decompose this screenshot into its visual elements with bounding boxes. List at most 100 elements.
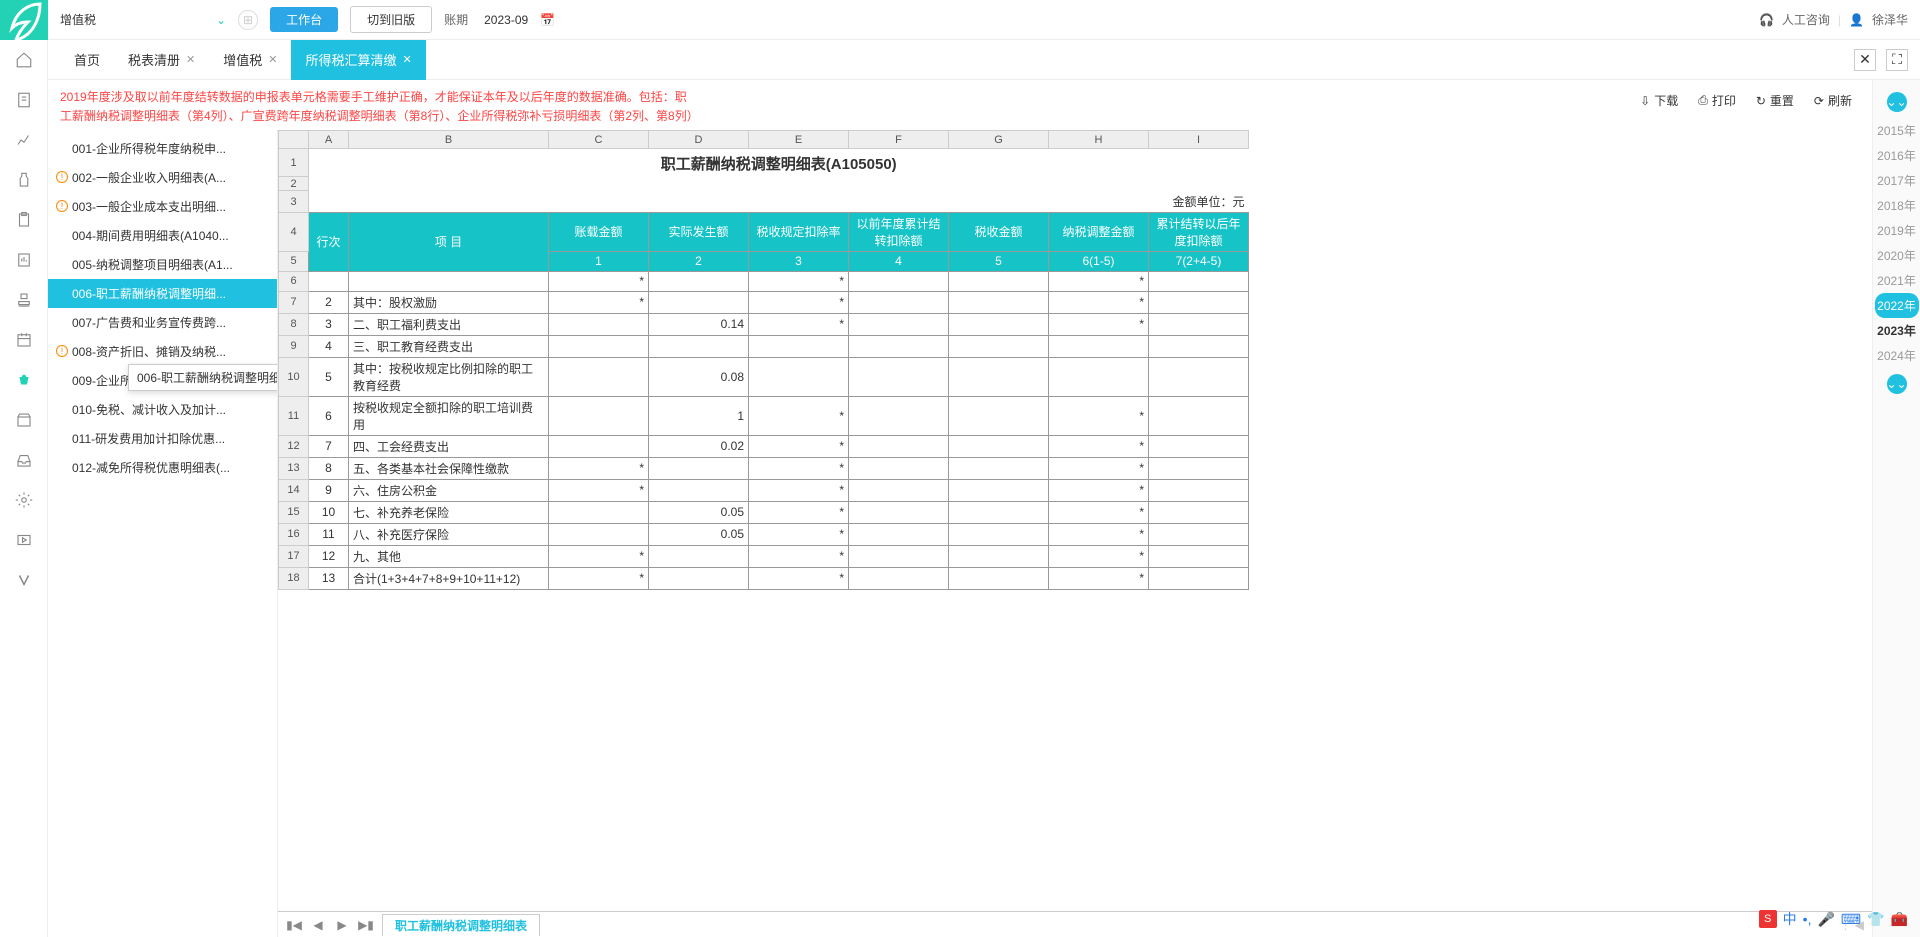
headset-icon: 🎧 — [1759, 13, 1774, 27]
table-row: 1510七、补充养老保险0.05** — [279, 501, 1249, 523]
year-2020年[interactable]: 2020年 — [1875, 243, 1919, 268]
col-header[interactable]: F — [849, 131, 949, 149]
nav-settings-icon[interactable] — [0, 480, 48, 520]
col-header[interactable]: B — [349, 131, 549, 149]
year-2016年[interactable]: 2016年 — [1875, 143, 1919, 168]
year-2019年[interactable]: 2019年 — [1875, 218, 1919, 243]
tab-3[interactable]: 所得税汇算清缴✕ — [291, 40, 425, 80]
close-icon[interactable]: ✕ — [268, 53, 277, 66]
form-item-4[interactable]: 005-纳税调整项目明细表(A1... — [48, 250, 277, 279]
nav-stamp-icon[interactable] — [0, 280, 48, 320]
year-2022年[interactable]: 2022年 — [1875, 293, 1919, 318]
nav-tax-icon[interactable] — [0, 360, 48, 400]
year-rail: ⌄⌄ 2015年2016年2017年2018年2019年2020年2021年20… — [1872, 80, 1920, 937]
workspace-button[interactable]: 工作台 — [270, 7, 338, 32]
ime-toolbox-icon[interactable]: 🧰 — [1891, 911, 1908, 928]
form-item-tooltip: 006-职工薪酬纳税调整明细表(A105050) — [128, 364, 278, 391]
grid-icon[interactable]: ⊞ — [238, 10, 258, 30]
switch-old-button[interactable]: 切到旧版 — [350, 6, 432, 33]
close-tab-button[interactable]: ✕ — [1854, 49, 1876, 71]
form-item-10[interactable]: 011-研发费用加计扣除优惠... — [48, 424, 277, 453]
sheet-nav-prev[interactable]: ◀ — [310, 918, 326, 932]
download-button[interactable]: ⇩下载 — [1640, 92, 1678, 109]
ime-mic-icon[interactable]: 🎤 — [1817, 911, 1834, 928]
form-item-1[interactable]: !002-一般企业收入明细表(A... — [48, 163, 277, 192]
form-item-0[interactable]: 001-企业所得税年度纳税申... — [48, 134, 277, 163]
sheet-nav-first[interactable]: ▮◀ — [286, 918, 302, 932]
col-header[interactable]: G — [949, 131, 1049, 149]
form-item-3[interactable]: 004-期间费用明细表(A1040... — [48, 221, 277, 250]
sheet-nav-next[interactable]: ▶ — [334, 918, 350, 932]
tax-type-label: 增值税 — [60, 11, 96, 28]
unit-label: 金额单位：元 — [309, 191, 1249, 213]
year-2021年[interactable]: 2021年 — [1875, 268, 1919, 293]
nav-archive-icon[interactable] — [0, 400, 48, 440]
nav-chart-icon[interactable] — [0, 120, 48, 160]
table-row: 138五、各类基本社会保障性缴款*** — [279, 457, 1249, 479]
nav-report-icon[interactable] — [0, 240, 48, 280]
nav-bottle-icon[interactable] — [0, 160, 48, 200]
year-2024年[interactable]: 2024年 — [1875, 343, 1919, 368]
year-scroll-up[interactable]: ⌄⌄ — [1887, 92, 1907, 112]
ime-punct-icon[interactable]: •, — [1803, 911, 1812, 927]
print-button[interactable]: ⎙打印 — [1698, 92, 1736, 109]
ime-lang-icon[interactable]: 中 — [1783, 909, 1797, 929]
table-row: 72其中：股权激励*** — [279, 291, 1249, 313]
tax-type-dropdown[interactable]: 增值税 ⌄ — [60, 11, 226, 28]
year-2023年[interactable]: 2023年 — [1875, 318, 1919, 343]
period-value[interactable]: 2023-09 — [484, 13, 528, 27]
nav-home-icon[interactable] — [0, 40, 48, 80]
tabs-bar: 首页税表清册✕增值税✕所得税汇算清缴✕ ✕ ⛶ — [48, 40, 1920, 80]
table-row: 83二、职工福利费支出0.14** — [279, 313, 1249, 335]
year-2015年[interactable]: 2015年 — [1875, 118, 1919, 143]
nav-video-icon[interactable] — [0, 520, 48, 560]
tab-2[interactable]: 增值税 ✕ — [209, 40, 291, 80]
close-icon[interactable]: ✕ — [186, 53, 195, 66]
tab-1[interactable]: 税表清册✕ — [114, 40, 209, 80]
close-icon[interactable]: ✕ — [403, 53, 412, 66]
col-header[interactable]: D — [649, 131, 749, 149]
nav-clipboard-icon[interactable] — [0, 200, 48, 240]
calendar-icon[interactable]: 📅 — [540, 13, 555, 27]
ime-keyboard-icon[interactable]: ⌨ — [1841, 911, 1861, 928]
sheet-tab[interactable]: 职工薪酬纳税调整明细表 — [382, 914, 540, 936]
ime-skin-icon[interactable]: 👕 — [1867, 911, 1884, 928]
consult-link[interactable]: 人工咨询 — [1782, 11, 1830, 28]
reset-icon: ↻ — [1756, 94, 1766, 108]
nav-inbox-icon[interactable] — [0, 440, 48, 480]
col-header[interactable]: H — [1049, 131, 1149, 149]
year-2017年[interactable]: 2017年 — [1875, 168, 1919, 193]
print-icon: ⎙ — [1698, 93, 1708, 108]
form-item-11[interactable]: 012-减免所得税优惠明细表(... — [48, 453, 277, 482]
ime-bar: S 中 •, 🎤 ⌨ 👕 🧰 — [1759, 909, 1908, 929]
table-row: 94三、职工教育经费支出 — [279, 335, 1249, 357]
year-2018年[interactable]: 2018年 — [1875, 193, 1919, 218]
form-item-7[interactable]: !008-资产折旧、摊销及纳税... — [48, 337, 277, 366]
refresh-button[interactable]: ⟳刷新 — [1814, 92, 1852, 109]
col-header[interactable]: A — [309, 131, 349, 149]
form-item-6[interactable]: 007-广告费和业务宣传费跨... — [48, 308, 277, 337]
year-scroll-down[interactable]: ⌄⌄ — [1887, 374, 1907, 394]
user-name[interactable]: 徐泽华 — [1872, 11, 1908, 28]
form-item-label: 005-纳税调整项目明细表(A1... — [72, 258, 233, 272]
sheet-nav-last[interactable]: ▶▮ — [358, 918, 374, 932]
nav-doc-icon[interactable] — [0, 80, 48, 120]
spreadsheet[interactable]: ABCDEFGHI1职工薪酬纳税调整明细表(A105050)23金额单位：元4行… — [278, 130, 1872, 911]
form-list-panel: 001-企业所得税年度纳税申...!002-一般企业收入明细表(A...!003… — [48, 130, 278, 937]
col-header[interactable]: I — [1149, 131, 1249, 149]
col-header[interactable]: E — [749, 131, 849, 149]
chevron-down-icon: ⌄ — [216, 13, 226, 27]
form-item-9[interactable]: 010-免税、减计收入及加计... — [48, 395, 277, 424]
ime-logo-icon[interactable]: S — [1759, 910, 1777, 928]
col-header[interactable]: C — [549, 131, 649, 149]
reset-button[interactable]: ↻重置 — [1756, 92, 1794, 109]
nav-v-icon[interactable] — [0, 560, 48, 600]
tab-label: 增值税 — [223, 50, 262, 69]
tab-0[interactable]: 首页 — [60, 40, 114, 80]
form-item-2[interactable]: !003-一般企业成本支出明细... — [48, 192, 277, 221]
form-item-5[interactable]: 006-职工薪酬纳税调整明细... — [48, 279, 277, 308]
nav-calendar-icon[interactable] — [0, 320, 48, 360]
expand-button[interactable]: ⛶ — [1886, 49, 1908, 71]
table-row: 1813合计(1+3+4+7+8+9+10+11+12)*** — [279, 567, 1249, 589]
sheet-title: 职工薪酬纳税调整明细表(A105050) — [309, 149, 1249, 177]
